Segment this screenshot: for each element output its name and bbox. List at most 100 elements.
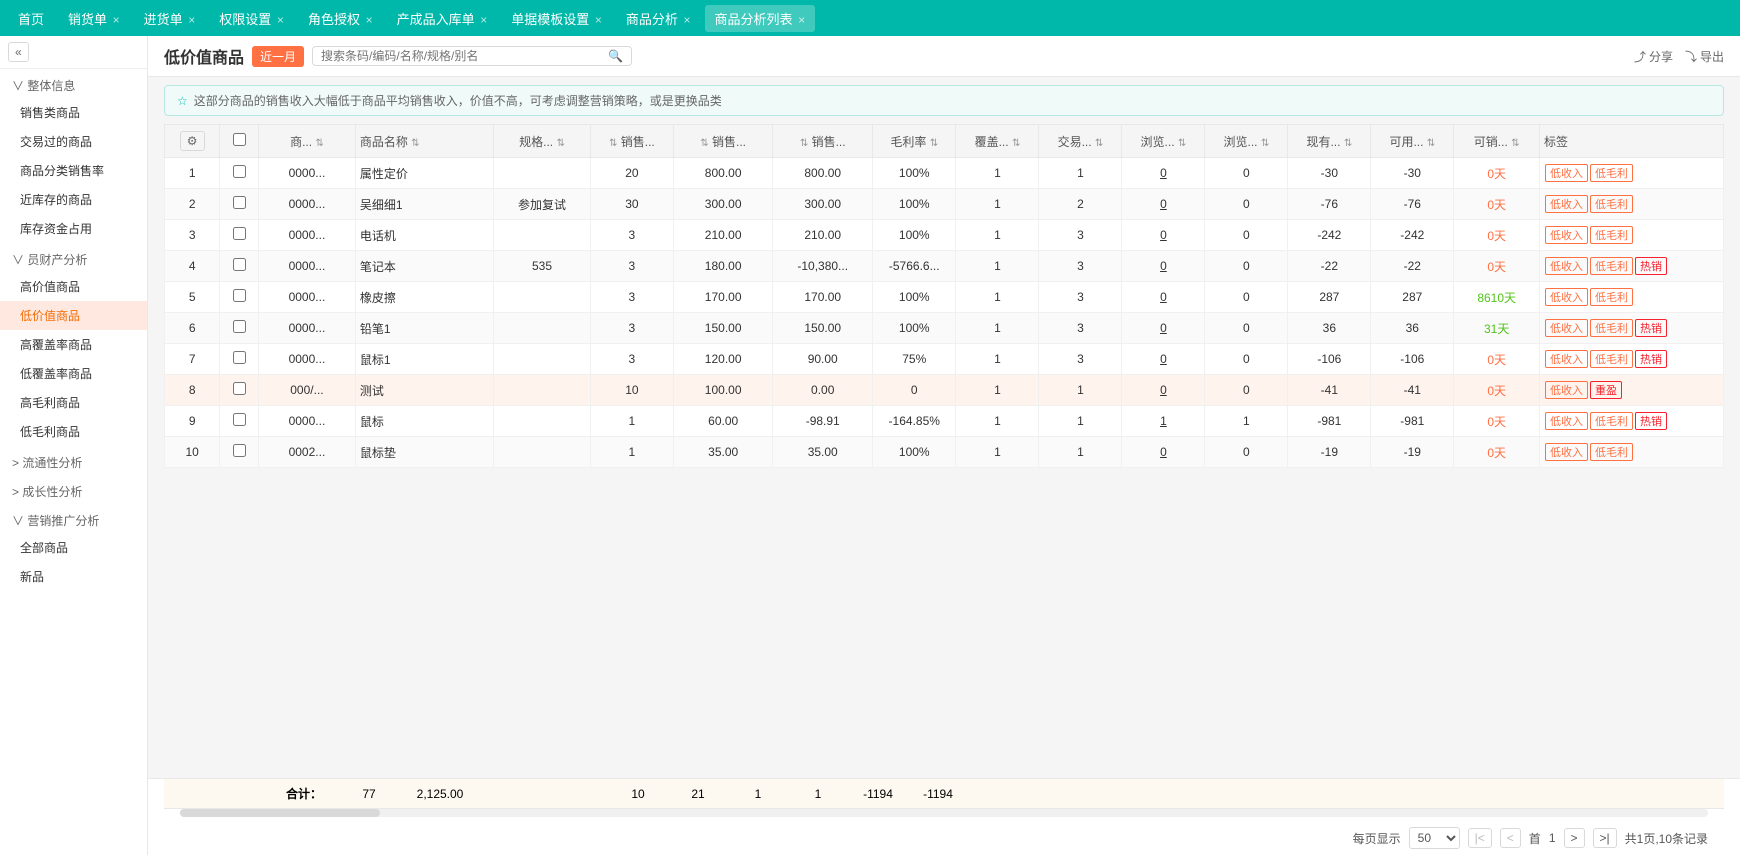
- scrollbar-track[interactable]: [180, 809, 1708, 817]
- row-code: 0000...: [259, 220, 356, 251]
- th-tags[interactable]: 标签: [1540, 125, 1724, 158]
- product-tag: 热销: [1635, 412, 1667, 430]
- search-input[interactable]: [321, 49, 608, 63]
- th-margin[interactable]: 毛利率 ⇅: [873, 125, 956, 158]
- nav-home[interactable]: 首页: [8, 5, 54, 32]
- share-btn[interactable]: ⤴ 分享: [1634, 48, 1673, 65]
- sidebar-item-stock-funds[interactable]: 库存资金占用: [0, 214, 147, 243]
- sidebar-item-low-coverage[interactable]: 低覆盖率商品: [0, 359, 147, 388]
- table-wrapper[interactable]: ⚙ 商... ⇅ 商品名称 ⇅ 规格... ⇅ ⇅ 销售... ⇅ 销售... …: [148, 124, 1740, 778]
- browse-link[interactable]: 0: [1160, 321, 1167, 335]
- sidebar-item-sales-products[interactable]: 销售类商品: [0, 98, 147, 127]
- sidebar-item-high-coverage[interactable]: 高覆盖率商品: [0, 330, 147, 359]
- nav-roles-close[interactable]: ×: [366, 13, 373, 27]
- nav-product-list[interactable]: 商品分析列表 ×: [705, 5, 816, 32]
- row-checkbox[interactable]: [233, 258, 246, 271]
- sidebar-group-growth[interactable]: > 成长性分析: [0, 475, 147, 504]
- sidebar-item-high-margin[interactable]: 高毛利商品: [0, 388, 147, 417]
- sidebar-item-near-stock[interactable]: 近库存的商品: [0, 185, 147, 214]
- row-checkbox[interactable]: [233, 382, 246, 395]
- row-checkbox[interactable]: [233, 444, 246, 457]
- row-tags: 低收入低毛利热销: [1540, 344, 1724, 375]
- export-btn[interactable]: ⤵ 导出: [1685, 48, 1724, 65]
- browse-link[interactable]: 0: [1160, 383, 1167, 397]
- th-stock[interactable]: 现有... ⇅: [1288, 125, 1371, 158]
- row-checkbox[interactable]: [233, 351, 246, 364]
- nav-product-analysis-close[interactable]: ×: [683, 13, 690, 27]
- sidebar-item-category-rate[interactable]: 商品分类销售率: [0, 156, 147, 185]
- row-checkbox[interactable]: [233, 289, 246, 302]
- row-checkbox[interactable]: [233, 196, 246, 209]
- browse-link[interactable]: 0: [1160, 290, 1167, 304]
- row-avail: -106: [1371, 344, 1454, 375]
- browse-link[interactable]: 0: [1160, 352, 1167, 366]
- row-sale3: -10,380...: [773, 251, 873, 282]
- th-sellable[interactable]: 可销... ⇅: [1454, 125, 1540, 158]
- nav-template[interactable]: 单据模板设置 ×: [501, 5, 612, 32]
- th-code[interactable]: 商... ⇅: [259, 125, 356, 158]
- row-name: 测试: [355, 375, 493, 406]
- search-icon[interactable]: 🔍: [608, 49, 623, 63]
- nav-purchase[interactable]: 进货单 ×: [134, 5, 206, 32]
- th-trade[interactable]: 交易... ⇅: [1039, 125, 1122, 158]
- th-sale1[interactable]: ⇅ 销售...: [590, 125, 673, 158]
- th-sale3[interactable]: ⇅ 销售...: [773, 125, 873, 158]
- th-name[interactable]: 商品名称 ⇅: [355, 125, 493, 158]
- row-checkbox[interactable]: [233, 165, 246, 178]
- first-page-btn[interactable]: |<: [1468, 828, 1492, 848]
- sidebar-group-marketing[interactable]: ∨ 营销推广分析: [0, 504, 147, 533]
- sidebar-item-all-products[interactable]: 全部商品: [0, 533, 147, 562]
- nav-template-close[interactable]: ×: [595, 13, 602, 27]
- sidebar-item-traded[interactable]: 交易过的商品: [0, 127, 147, 156]
- sidebar-collapse-btn[interactable]: «: [8, 42, 29, 62]
- filter-period-btn[interactable]: 近一月: [252, 46, 304, 67]
- sidebar-item-low-margin[interactable]: 低毛利商品: [0, 417, 147, 446]
- nav-permissions[interactable]: 权限设置 ×: [209, 5, 294, 32]
- th-spec[interactable]: 规格... ⇅: [494, 125, 591, 158]
- row-checkbox[interactable]: [233, 227, 246, 240]
- row-checkbox[interactable]: [233, 320, 246, 333]
- column-settings-btn[interactable]: ⚙: [180, 131, 205, 151]
- row-checkbox[interactable]: [233, 413, 246, 426]
- browse-link[interactable]: 0: [1160, 445, 1167, 459]
- sidebar-item-high-value[interactable]: 高价值商品: [0, 272, 147, 301]
- row-sale2: 800.00: [673, 158, 773, 189]
- product-tag: 低毛利: [1590, 226, 1633, 244]
- pagination-bar: 每页显示 50 100 200 |< < 首 1 > >| 共1页,10条记录: [164, 821, 1724, 855]
- select-all-checkbox[interactable]: [233, 133, 246, 146]
- th-avail[interactable]: 可用... ⇅: [1371, 125, 1454, 158]
- sidebar-group-financial[interactable]: ∨ 员财产分析: [0, 243, 147, 272]
- scrollbar-thumb[interactable]: [180, 809, 380, 817]
- browse-link[interactable]: 0: [1160, 197, 1167, 211]
- browse-link[interactable]: 1: [1160, 414, 1167, 428]
- sidebar-group-circulation[interactable]: > 流通性分析: [0, 446, 147, 475]
- th-sale2[interactable]: ⇅ 销售...: [673, 125, 773, 158]
- sidebar-item-new-products[interactable]: 新品: [0, 562, 147, 591]
- th-browse1[interactable]: 浏览... ⇅: [1122, 125, 1205, 158]
- last-page-btn[interactable]: >|: [1593, 828, 1617, 848]
- nav-production-close[interactable]: ×: [480, 13, 487, 27]
- browse-link[interactable]: 0: [1160, 259, 1167, 273]
- th-browse2[interactable]: 浏览... ⇅: [1205, 125, 1288, 158]
- page-size-select[interactable]: 50 100 200: [1409, 827, 1460, 849]
- row-checkbox-cell: [220, 282, 259, 313]
- sidebar-group-overall[interactable]: ∨ 整体信息: [0, 69, 147, 98]
- nav-production[interactable]: 产成品入库单 ×: [387, 5, 498, 32]
- next-page-btn[interactable]: >: [1564, 828, 1585, 848]
- row-browse2: 0: [1205, 282, 1288, 313]
- nav-permissions-close[interactable]: ×: [277, 13, 284, 27]
- nav-product-analysis[interactable]: 商品分析 ×: [616, 5, 701, 32]
- browse-link[interactable]: 0: [1160, 166, 1167, 180]
- nav-roles[interactable]: 角色授权 ×: [298, 5, 383, 32]
- sidebar-item-low-value[interactable]: 低价值商品: [0, 301, 147, 330]
- summary-sale2: 2,125.00: [404, 787, 476, 801]
- summary-browse2: 1: [788, 787, 848, 801]
- nav-product-list-close[interactable]: ×: [798, 13, 805, 27]
- nav-sales[interactable]: 销货单 ×: [58, 5, 130, 32]
- browse-link[interactable]: 0: [1160, 228, 1167, 242]
- prev-page-btn[interactable]: <: [1500, 828, 1521, 848]
- nav-purchase-close[interactable]: ×: [188, 13, 195, 27]
- row-checkbox-cell: [220, 251, 259, 282]
- nav-sales-close[interactable]: ×: [113, 13, 120, 27]
- th-cover[interactable]: 覆盖... ⇅: [956, 125, 1039, 158]
